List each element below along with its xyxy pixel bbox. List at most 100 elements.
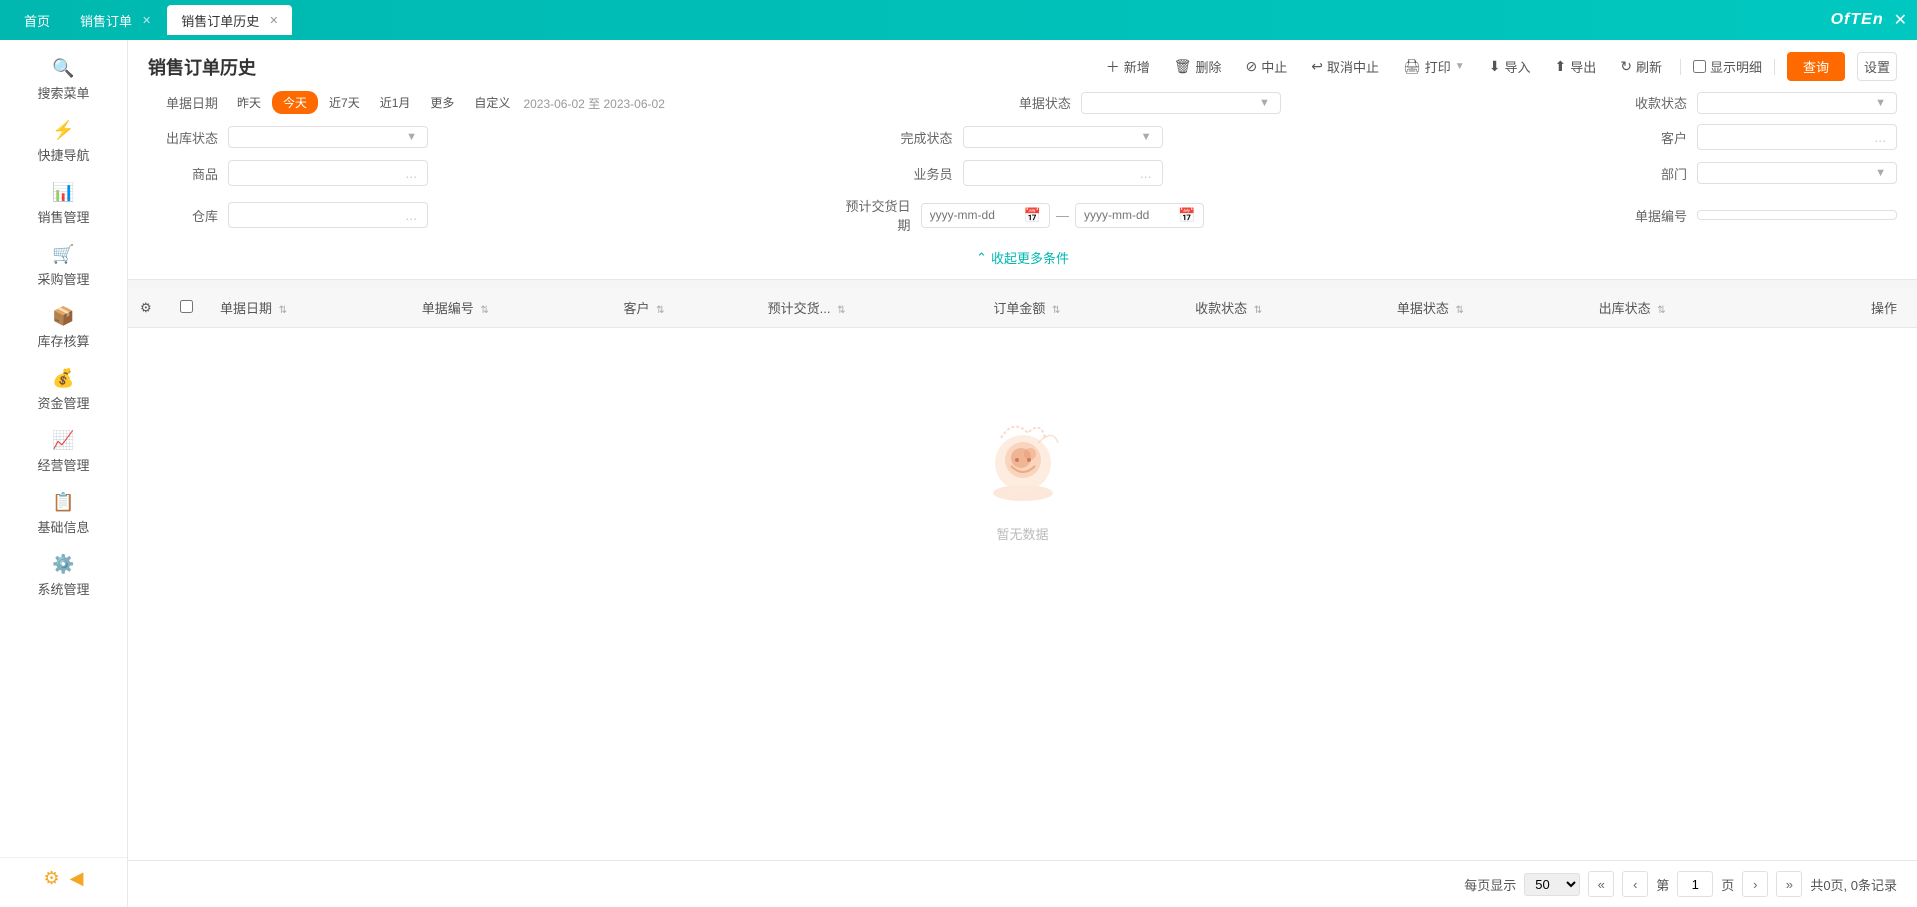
th-date[interactable]: 单据日期 ⇅	[208, 288, 410, 328]
sidebar-item-system-mgmt-label: 系统管理	[37, 579, 89, 598]
prev-page-button[interactable]: ‹	[1622, 871, 1648, 897]
th-customer[interactable]: 客户 ⇅	[612, 288, 756, 328]
order-num-input[interactable]	[1697, 210, 1897, 220]
brand-label: OfTEn	[1831, 11, 1884, 29]
window-close-button[interactable]: ✕	[1894, 10, 1907, 30]
import-label: 导入	[1504, 57, 1530, 76]
th-receipt-status[interactable]: 收款状态 ⇅	[1183, 288, 1385, 328]
quick-nav-icon: ⚡	[52, 120, 74, 141]
date-btn-more[interactable]: 更多	[421, 91, 463, 114]
sidebar-settings-icon[interactable]: ⚙	[44, 868, 60, 889]
date-dash: —	[1056, 208, 1069, 223]
empty-text: 暂无数据	[996, 524, 1048, 543]
pagination-bar: 每页显示 50 100 200 « ‹ 第 页 › » 共0页, 0条记录	[128, 860, 1917, 907]
tab-sales-order-close[interactable]: ✕	[142, 14, 151, 27]
operation-icon: 📈	[52, 430, 74, 451]
salesperson-input[interactable]: ...	[963, 160, 1163, 186]
sidebar-item-search-menu[interactable]: 🔍 搜索菜单	[0, 48, 127, 110]
query-button[interactable]: 查询	[1787, 52, 1845, 81]
tab-sales-order-history[interactable]: 销售订单历史 ✕	[167, 5, 292, 35]
complete-select[interactable]: ▼	[963, 126, 1163, 148]
cancel-stop-button[interactable]: ↩ 取消中止	[1305, 53, 1385, 80]
product-dots[interactable]: ...	[405, 165, 417, 181]
select-all-checkbox[interactable]	[180, 300, 193, 313]
sidebar-item-sales-mgmt-label: 销售管理	[37, 207, 89, 226]
import-button[interactable]: ⬇ 导入	[1483, 53, 1537, 80]
customer-dots[interactable]: ...	[1874, 129, 1886, 145]
date-btn-today[interactable]: 今天	[272, 91, 318, 114]
cancel-stop-label: 取消中止	[1327, 57, 1379, 76]
stop-button[interactable]: ⊘ 中止	[1240, 53, 1294, 80]
collapse-row[interactable]: ⌃ 收起更多条件	[148, 244, 1897, 271]
date-btn-yesterday[interactable]: 昨天	[228, 91, 270, 114]
dept-arrow: ▼	[1875, 167, 1886, 179]
sidebar-item-sales-mgmt[interactable]: 📊 销售管理	[0, 172, 127, 234]
th-customer-label: 客户	[624, 301, 650, 316]
sidebar-item-inventory[interactable]: 📦 库存核算	[0, 296, 127, 358]
status-label: 单据状态	[1001, 93, 1081, 112]
receipt-status-select[interactable]: ▼	[1697, 92, 1897, 114]
date-btn-last7[interactable]: 近7天	[320, 91, 369, 114]
purchase-mgmt-icon: 🛒	[52, 244, 74, 265]
sidebar-item-operation[interactable]: 📈 经营管理	[0, 420, 127, 482]
tab-sales-order[interactable]: 销售订单 ✕	[66, 5, 165, 35]
status-select[interactable]: ▼	[1081, 92, 1281, 114]
refresh-button[interactable]: ↻ 刷新	[1614, 53, 1668, 80]
warehouse-input[interactable]: ...	[228, 202, 428, 228]
sidebar-item-system-mgmt[interactable]: ⚙️ 系统管理	[0, 544, 127, 606]
sidebar-item-finance[interactable]: 💰 资金管理	[0, 358, 127, 420]
sidebar-collapse-icon[interactable]: ◀	[70, 868, 84, 889]
data-table: ⚙ 单据日期 ⇅ 单据编号 ⇅	[128, 288, 1917, 328]
settings-button[interactable]: 设置	[1857, 52, 1897, 81]
out-stock-arrow: ▼	[406, 131, 417, 143]
th-settings[interactable]: ⚙	[128, 288, 168, 328]
top-bar: 首页 销售订单 ✕ 销售订单历史 ✕ OfTEn ✕	[0, 0, 1917, 40]
salesperson-dots[interactable]: ...	[1140, 165, 1152, 181]
date-btn-last1month[interactable]: 近1月	[371, 91, 420, 114]
customer-input[interactable]: ...	[1697, 124, 1897, 150]
delivery-date-from-input[interactable]: 📅	[921, 203, 1050, 228]
export-button[interactable]: ⬆ 导出	[1548, 53, 1602, 80]
first-page-button[interactable]: «	[1588, 871, 1614, 897]
delivery-date-from[interactable]	[930, 208, 1020, 222]
print-button[interactable]: 🖨 打印 ▼	[1397, 53, 1471, 80]
delivery-date-from-icon[interactable]: 📅	[1024, 207, 1041, 224]
doc-sort-icon: ⇅	[1456, 305, 1464, 316]
date-range-display: 2023-06-02 至 2023-06-02	[523, 93, 664, 112]
display-toggle[interactable]: 显示明细	[1693, 57, 1762, 76]
page-size-select[interactable]: 50 100 200	[1524, 873, 1580, 896]
sidebar-item-basic-info[interactable]: 📋 基础信息	[0, 482, 127, 544]
dept-select[interactable]: ▼	[1697, 162, 1897, 184]
delivery-date-to-icon[interactable]: 📅	[1178, 207, 1195, 224]
sidebar-item-quick-nav[interactable]: ⚡ 快捷导航	[0, 110, 127, 172]
delete-button[interactable]: 🗑 删除	[1168, 53, 1228, 80]
delivery-date-to[interactable]	[1084, 208, 1174, 222]
toolbar-divider2	[1774, 59, 1775, 75]
table-header: ⚙ 单据日期 ⇅ 单据编号 ⇅	[128, 288, 1917, 328]
th-receipt-status-label: 收款状态	[1195, 301, 1247, 316]
delete-icon: 🗑	[1174, 58, 1192, 75]
delivery-date-to-input[interactable]: 📅	[1075, 203, 1204, 228]
out-stock-select[interactable]: ▼	[228, 126, 428, 148]
th-amount[interactable]: 订单金额 ⇅	[981, 288, 1183, 328]
display-toggle-checkbox[interactable]	[1693, 60, 1706, 73]
settings-column-icon[interactable]: ⚙	[140, 300, 152, 315]
th-amount-label: 订单金额	[993, 301, 1045, 316]
tab-sales-order-history-close[interactable]: ✕	[269, 14, 278, 27]
add-button[interactable]: ＋ 新增	[1100, 53, 1156, 81]
th-doc-status[interactable]: 单据状态 ⇅	[1385, 288, 1587, 328]
tab-home[interactable]: 首页	[10, 5, 64, 35]
sidebar-item-purchase-mgmt[interactable]: 🛒 采购管理	[0, 234, 127, 296]
filter-row-3: 商品 ... 业务员 ... 部门 ▼	[148, 160, 1897, 186]
current-page-input[interactable]	[1677, 871, 1713, 897]
next-page-button[interactable]: ›	[1742, 871, 1768, 897]
th-out-status[interactable]: 出库状态 ⇅	[1587, 288, 1789, 328]
date-btn-custom[interactable]: 自定义	[465, 91, 519, 114]
product-input[interactable]: ...	[228, 160, 428, 186]
last-page-button[interactable]: »	[1776, 871, 1802, 897]
th-delivery[interactable]: 预计交货... ⇅	[756, 288, 982, 328]
th-number[interactable]: 单据编号 ⇅	[410, 288, 612, 328]
delivery-date-label: 预计交货日期	[841, 196, 921, 234]
warehouse-dots[interactable]: ...	[405, 207, 417, 223]
th-checkbox[interactable]	[168, 288, 208, 328]
